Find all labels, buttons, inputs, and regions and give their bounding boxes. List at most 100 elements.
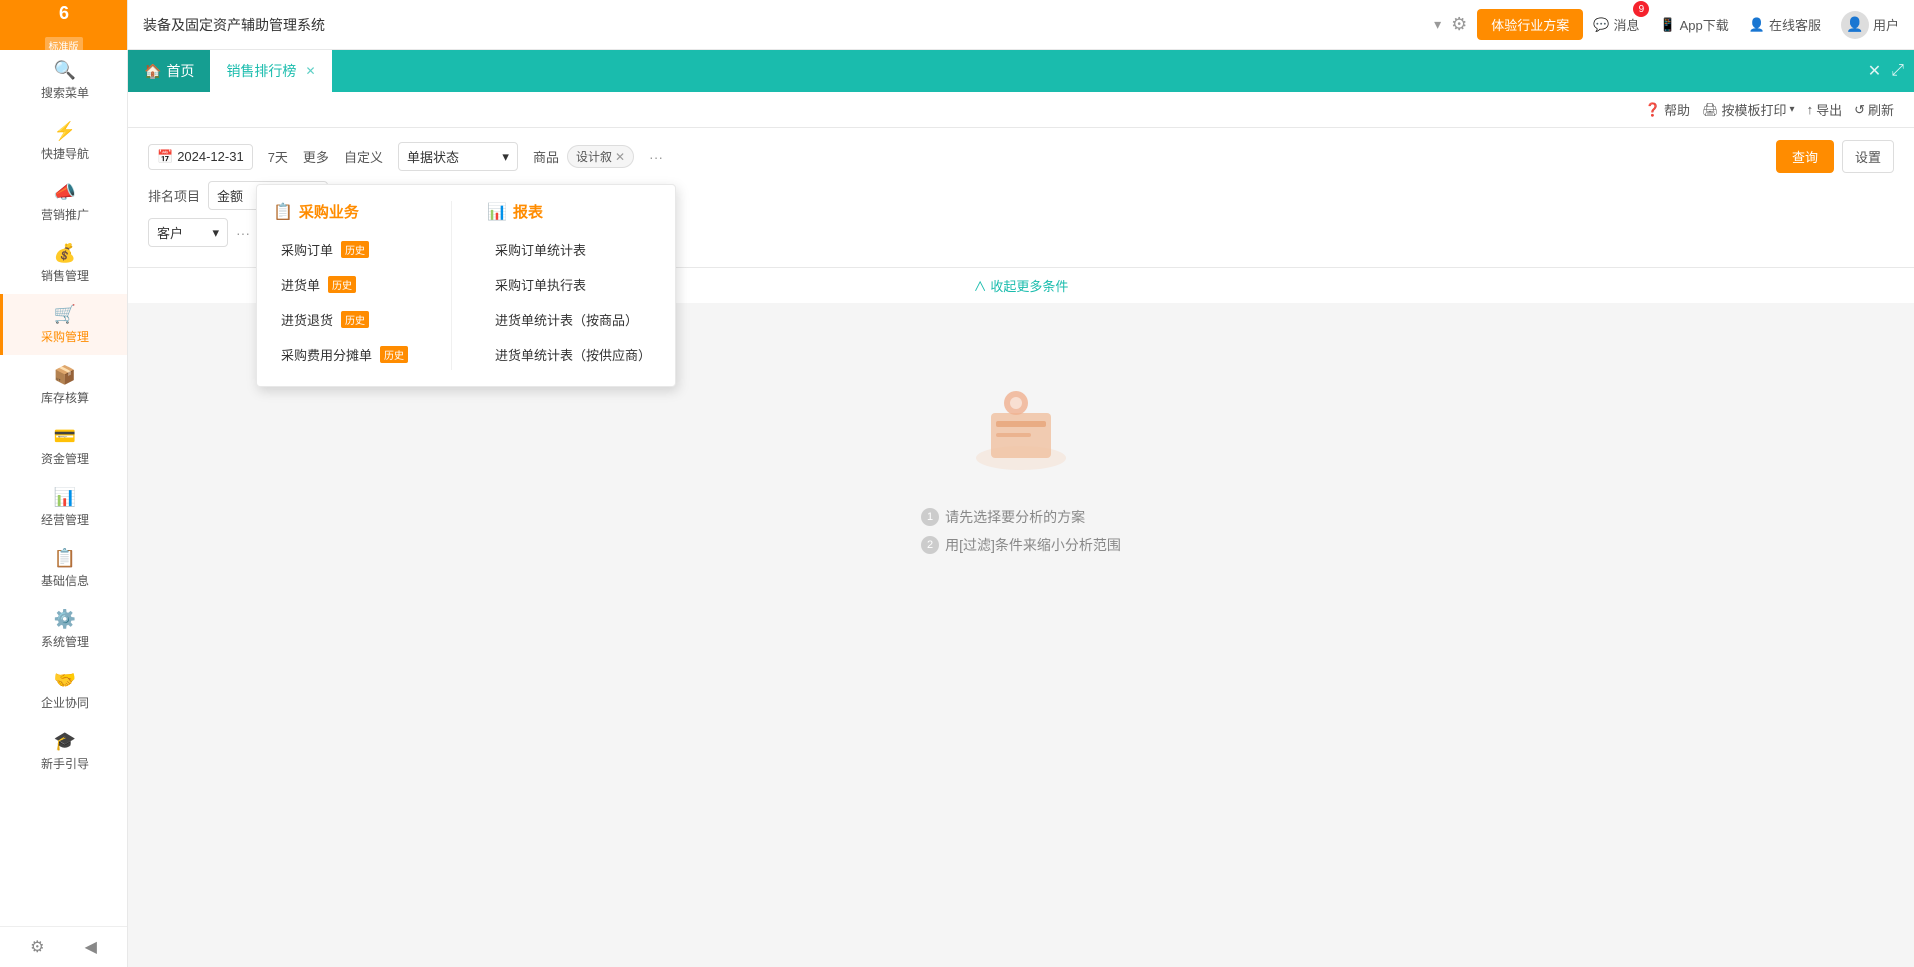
- sidebar-item-search[interactable]: 🔍 搜索菜单: [0, 50, 127, 111]
- export-label: 导出: [1816, 100, 1842, 119]
- dropdown-item-cost-label: 采购费用分摊单: [281, 345, 372, 364]
- tab-close-icon[interactable]: ✕: [305, 64, 315, 78]
- history-badge-3: 历史: [341, 311, 369, 328]
- message-btn[interactable]: 💬 消息 9: [1593, 15, 1639, 34]
- user-btn[interactable]: 👤 用户: [1841, 11, 1899, 39]
- guide-nav-icon: 🎓: [54, 731, 76, 752]
- history-badge-4: 历史: [380, 346, 408, 363]
- svg-text:6: 6: [58, 3, 68, 23]
- sidebar: 6 标准版 🔍 搜索菜单 ⚡ 快捷导航 📣 营销推广 💰 销售管理 🛒 采购管理…: [0, 0, 128, 967]
- tip-line-2: 2 用[过滤]条件来缩小分析范围: [921, 531, 1121, 559]
- settings-icon[interactable]: ⚙: [30, 937, 44, 957]
- industry-btn[interactable]: 体验行业方案: [1477, 9, 1583, 40]
- sidebar-label-system: 系统管理: [41, 633, 89, 650]
- sidebar-label-cooperation: 企业协同: [41, 694, 89, 711]
- dropdown-item-return[interactable]: 进货退货 历史: [273, 304, 416, 335]
- sidebar-item-cooperation[interactable]: 🤝 企业协同: [0, 660, 127, 721]
- basic-nav-icon: 📋: [54, 548, 76, 569]
- header-toolbar: ❓ 帮助 🖨 按模板打印 ▾ ↑ 导出 ↺ 刷新: [128, 92, 1914, 128]
- date-range-filter[interactable]: 📅 2024-12-31: [148, 144, 253, 170]
- home-icon: 🏠: [144, 63, 161, 80]
- business-col-icon: 📋: [273, 202, 293, 222]
- set-button[interactable]: 设置: [1842, 140, 1894, 173]
- tip-num-1: 1: [921, 508, 939, 526]
- tab-close-window-icon[interactable]: ✕: [1868, 61, 1881, 81]
- header-right: 💬 消息 9 📱 App下载 👤 在线客服 👤 用户: [1593, 11, 1899, 39]
- sidebar-item-finance[interactable]: 💳 资金管理: [0, 416, 127, 477]
- sidebar-logo: 6 标准版: [0, 0, 127, 50]
- dropdown-col-business: 📋 采购业务 采购订单 历史 进货单 历史 进货退货 历史 采购费用分摊单: [273, 201, 416, 370]
- refresh-icon: ↺: [1854, 102, 1865, 118]
- service-icon: 👤: [1749, 17, 1765, 33]
- phone-icon: 📱: [1659, 17, 1675, 33]
- tab-sales-rank[interactable]: 销售排行榜 ✕: [210, 50, 331, 92]
- sidebar-item-marketing[interactable]: 📣 营销推广: [0, 172, 127, 233]
- tab-expand-icon[interactable]: ⤢: [1891, 62, 1904, 80]
- settings-icon[interactable]: ⚙: [1451, 14, 1467, 35]
- dropdown-item-stock-in-label: 进货单: [281, 275, 320, 294]
- customer-dots[interactable]: ···: [236, 225, 250, 241]
- sidebar-item-operation[interactable]: 📊 经营管理: [0, 477, 127, 538]
- customer-filter-group: 客户 ▾ ···: [148, 218, 250, 247]
- help-label: 帮助: [1664, 100, 1690, 119]
- query-button[interactable]: 查询: [1776, 140, 1834, 173]
- tab-home[interactable]: 🏠 首页: [128, 50, 210, 92]
- inventory-nav-icon: 📦: [54, 365, 76, 386]
- sidebar-item-basic[interactable]: 📋 基础信息: [0, 538, 127, 599]
- app-download-label: App下载: [1680, 15, 1729, 34]
- refresh-btn[interactable]: ↺ 刷新: [1854, 100, 1894, 119]
- goods-tag-value: 设计叙: [576, 148, 612, 165]
- sidebar-label-quick: 快捷导航: [41, 145, 89, 162]
- message-badge: 9: [1633, 1, 1649, 17]
- avatar: 👤: [1841, 11, 1869, 39]
- help-btn[interactable]: ❓ 帮助: [1645, 100, 1690, 119]
- goods-label: 商品: [533, 147, 559, 166]
- collapse-sidebar-icon[interactable]: ◀: [85, 937, 97, 957]
- help-icon: ❓: [1645, 102, 1661, 118]
- tab-right-actions: ✕ ⤢: [1868, 61, 1914, 81]
- filter-more-dots[interactable]: ···: [649, 149, 663, 165]
- toolbar-right: ❓ 帮助 🖨 按模板打印 ▾ ↑ 导出 ↺ 刷新: [1645, 100, 1894, 119]
- dropdown-col1-label: 采购业务: [299, 201, 359, 222]
- sidebar-item-quick[interactable]: ⚡ 快捷导航: [0, 111, 127, 172]
- dropdown-item-po-stat[interactable]: 采购订单统计表: [487, 234, 659, 265]
- sidebar-label-sales: 销售管理: [41, 267, 89, 284]
- tip-line-1: 1 请先选择要分析的方案: [921, 503, 1121, 531]
- date-shortcut-more[interactable]: 更多: [303, 147, 329, 166]
- sidebar-item-purchase[interactable]: 🛒 采购管理: [0, 294, 127, 355]
- export-btn[interactable]: ↑ 导出: [1807, 100, 1843, 119]
- sidebar-item-sales[interactable]: 💰 销售管理: [0, 233, 127, 294]
- app-download-btn[interactable]: 📱 App下载: [1659, 15, 1728, 34]
- collapse-label: 收起更多条件: [990, 279, 1068, 294]
- action-buttons: 查询 设置: [1776, 140, 1894, 173]
- system-nav-icon: ⚙️: [54, 609, 76, 630]
- dropdown-item-po-exec[interactable]: 采购订单执行表: [487, 269, 659, 300]
- date-shortcut-7[interactable]: 7天: [268, 147, 288, 166]
- customer-label: 客户: [157, 223, 183, 242]
- header-dropdown-icon[interactable]: ▾: [1434, 16, 1441, 33]
- tab-home-label: 首页: [166, 61, 194, 81]
- dropdown-item-stock-in[interactable]: 进货单 历史: [273, 269, 416, 300]
- dropdown-item-purchase-order-label: 采购订单: [281, 240, 333, 259]
- operation-nav-icon: 📊: [54, 487, 76, 508]
- online-service-label: 在线客服: [1769, 15, 1821, 34]
- sidebar-item-guide[interactable]: 🎓 新手引导: [0, 721, 127, 782]
- export-icon: ↑: [1807, 102, 1814, 117]
- goods-tag-close-icon[interactable]: ✕: [615, 150, 625, 164]
- sidebar-label-inventory: 库存核算: [41, 389, 89, 406]
- print-btn[interactable]: 🖨 按模板打印 ▾: [1702, 100, 1795, 119]
- tip-text-2: 用[过滤]条件来缩小分析范围: [945, 531, 1121, 559]
- customer-select[interactable]: 客户 ▾: [148, 218, 228, 247]
- date-shortcut-custom[interactable]: 自定义: [344, 147, 383, 166]
- sidebar-item-inventory[interactable]: 📦 库存核算: [0, 355, 127, 416]
- sidebar-item-system[interactable]: ⚙️ 系统管理: [0, 599, 127, 660]
- sidebar-label-purchase: 采购管理: [41, 328, 89, 345]
- dropdown-item-stock-by-goods[interactable]: 进货单统计表（按商品）: [487, 304, 659, 335]
- dropdown-item-cost[interactable]: 采购费用分摊单 历史: [273, 339, 416, 370]
- date-range-value: 2024-12-31: [177, 149, 244, 164]
- goods-tag[interactable]: 设计叙 ✕: [567, 145, 634, 168]
- online-service-btn[interactable]: 👤 在线客服: [1749, 15, 1821, 34]
- doc-status-filter[interactable]: 单据状态 ▾: [398, 142, 518, 171]
- dropdown-item-purchase-order[interactable]: 采购订单 历史: [273, 234, 416, 265]
- dropdown-item-stock-by-supplier[interactable]: 进货单统计表（按供应商）: [487, 339, 659, 370]
